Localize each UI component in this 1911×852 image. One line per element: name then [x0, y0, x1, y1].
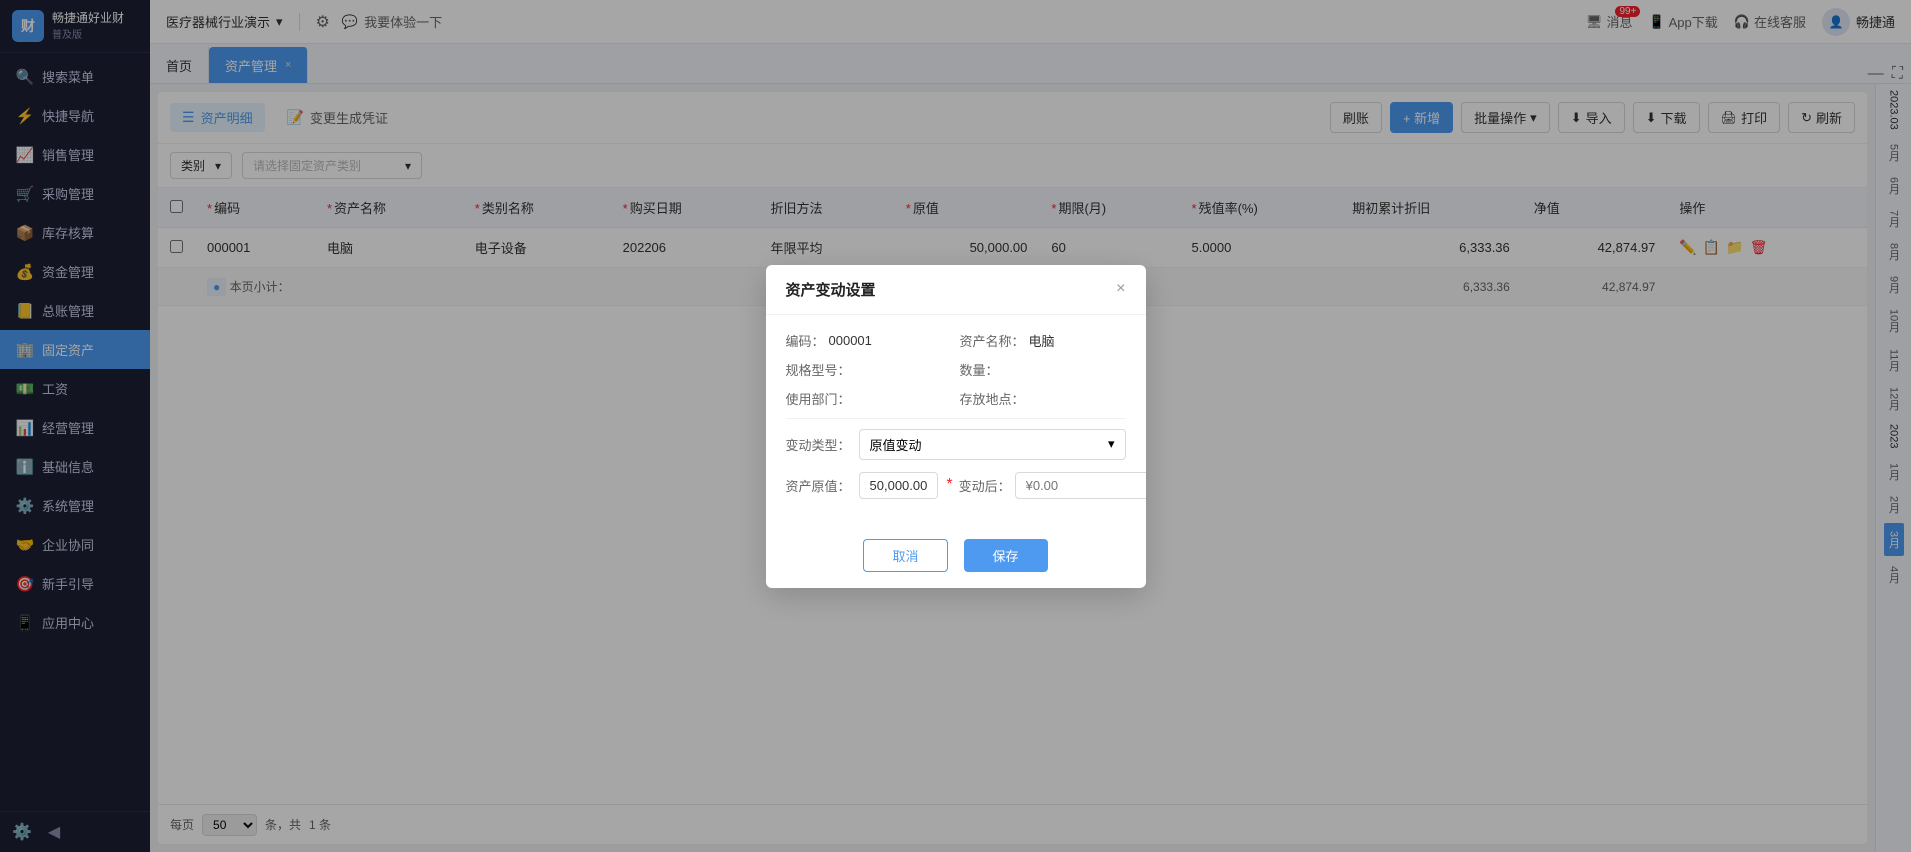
modal-location-label: 存放地点： — [960, 389, 1025, 408]
modal-after-input[interactable] — [1015, 472, 1146, 499]
modal-row-2: 规格型号： 数量： — [786, 360, 1126, 379]
modal-dept-cell: 使用部门： — [786, 389, 952, 408]
modal-overlay: 资产变动设置 × 编码： 000001 资产名称： 电脑 规格型号： — [0, 0, 1911, 852]
modal-footer: 取消 保存 — [766, 527, 1146, 588]
modal-close-button[interactable]: × — [1116, 280, 1125, 298]
modal-header: 资产变动设置 × — [766, 265, 1146, 315]
modal-original-value-value: 50,000.00 — [870, 478, 928, 493]
modal-after-field: * 变动后： — [946, 472, 1145, 499]
modal-row-3: 使用部门： 存放地点： — [786, 389, 1126, 408]
modal-original-value-label: 资产原值： — [786, 476, 851, 495]
required-star: * — [946, 476, 952, 494]
modal-spec-label: 规格型号： — [786, 360, 851, 379]
modal-spec-cell: 规格型号： — [786, 360, 952, 379]
save-button[interactable]: 保存 — [964, 539, 1048, 572]
modal-title: 资产变动设置 — [786, 279, 876, 300]
modal-change-type-value: 原值变动 — [870, 435, 922, 454]
modal-change-type-chevron: ▾ — [1108, 436, 1115, 452]
cancel-button[interactable]: 取消 — [863, 539, 947, 572]
modal-code-cell: 编码： 000001 — [786, 331, 952, 350]
modal-original-value-display: 50,000.00 — [859, 472, 939, 499]
modal-change-type-label: 变动类型： — [786, 435, 851, 454]
modal-change-type-select[interactable]: 原值变动 ▾ — [859, 429, 1126, 460]
modal-location-cell: 存放地点： — [960, 389, 1126, 408]
modal-quantity-cell: 数量： — [960, 360, 1126, 379]
modal-name-value: 电脑 — [1029, 331, 1055, 350]
modal-code-value: 000001 — [829, 333, 872, 348]
modal-change-type-row: 变动类型： 原值变动 ▾ — [786, 429, 1126, 460]
modal-name-label: 资产名称： — [960, 331, 1025, 350]
modal-value-row: 资产原值： 50,000.00 * 变动后： — [786, 472, 1126, 499]
modal-quantity-label: 数量： — [960, 360, 999, 379]
modal-dept-label: 使用部门： — [786, 389, 851, 408]
modal-name-cell: 资产名称： 电脑 — [960, 331, 1126, 350]
modal-row-1: 编码： 000001 资产名称： 电脑 — [786, 331, 1126, 350]
modal-body: 编码： 000001 资产名称： 电脑 规格型号： 数量： — [766, 315, 1146, 527]
modal-code-label: 编码： — [786, 331, 825, 350]
change-settings-modal: 资产变动设置 × 编码： 000001 资产名称： 电脑 规格型号： — [766, 265, 1146, 588]
modal-divider — [786, 418, 1126, 419]
modal-after-label: 变动后： — [959, 476, 1011, 495]
